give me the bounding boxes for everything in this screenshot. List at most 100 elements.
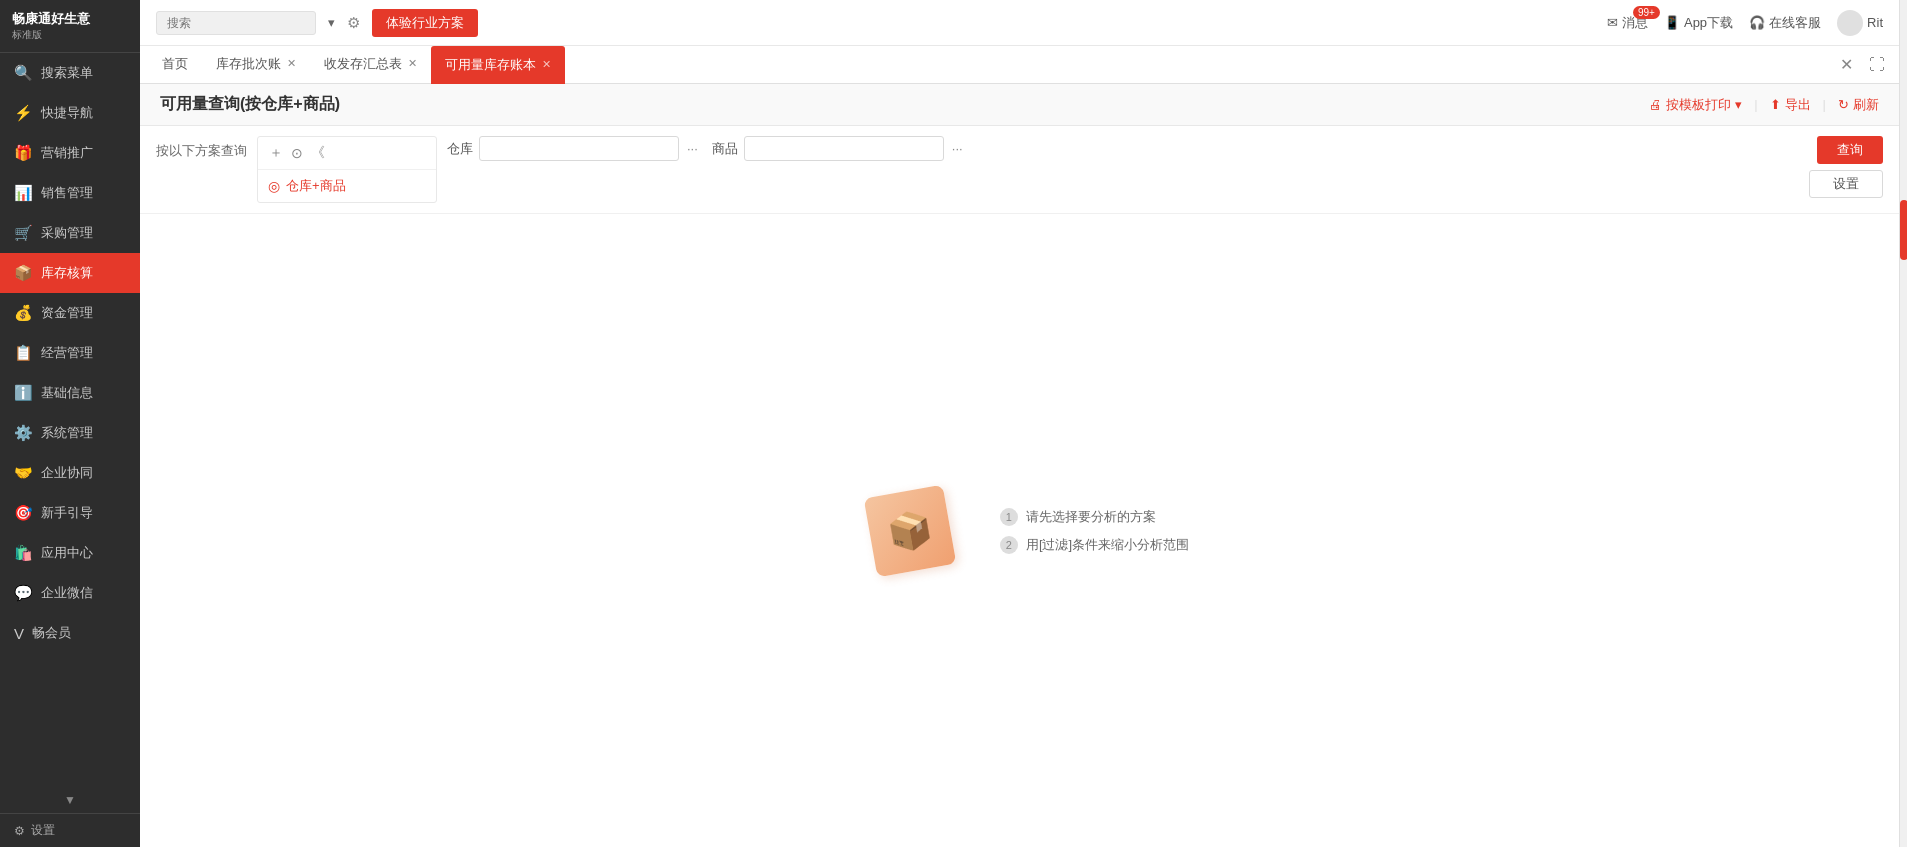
- main-content: ▾ ⚙ 体验行业方案 ✉ 消息 99+ 📱 App下载 🎧 在线客服 Rit: [140, 0, 1899, 847]
- topbar-gear-icon[interactable]: ⚙: [347, 14, 360, 32]
- sidebar-item-企业协同[interactable]: 🤝 企业协同: [0, 453, 140, 493]
- tab-home[interactable]: 首页: [148, 46, 202, 84]
- tab-close-button[interactable]: ✕: [1834, 53, 1859, 76]
- print-button[interactable]: 🖨 按模板打印 ▾: [1649, 96, 1742, 114]
- tab-available-qty-close[interactable]: ✕: [542, 58, 551, 71]
- sidebar-bottom[interactable]: ⚙ 设置: [0, 813, 140, 847]
- sidebar-item-基础信息[interactable]: ℹ️ 基础信息: [0, 373, 140, 413]
- sidebar-item-搜索菜单[interactable]: 🔍 搜索菜单: [0, 53, 140, 93]
- filter-fields: 仓库 ··· 商品 ···: [447, 136, 1799, 161]
- sidebar-item-系统管理[interactable]: ⚙️ 系统管理: [0, 413, 140, 453]
- refresh-button[interactable]: ↻ 刷新: [1838, 96, 1879, 114]
- settings-icon: ⚙: [14, 824, 25, 838]
- message-icon: ✉: [1607, 15, 1618, 30]
- sidebar-item-资金管理[interactable]: 💰 资金管理: [0, 293, 140, 333]
- empty-illustration: [850, 471, 970, 591]
- scheme-icon: ◎: [268, 178, 280, 194]
- sidebar-item-采购管理[interactable]: 🛒 采购管理: [0, 213, 140, 253]
- sidebar-icon-0: 🔍: [14, 64, 33, 82]
- scheme-item-warehouse-goods[interactable]: ◎ 仓库+商品: [258, 170, 436, 202]
- separator2: |: [1823, 97, 1826, 112]
- topbar-dropdown[interactable]: ▾: [328, 15, 335, 30]
- tabs-bar: 首页 库存批次账 ✕ 收发存汇总表 ✕ 可用量库存账本 ✕ ✕ ⛶: [140, 46, 1899, 84]
- sidebar-item-label-10: 企业协同: [41, 464, 93, 482]
- tab-available-qty[interactable]: 可用量库存账本 ✕: [431, 46, 565, 84]
- trial-button[interactable]: 体验行业方案: [372, 9, 478, 37]
- sidebar-icon-12: 🛍️: [14, 544, 33, 562]
- tab-stock-summary-close[interactable]: ✕: [408, 57, 417, 70]
- topbar: ▾ ⚙ 体验行业方案 ✉ 消息 99+ 📱 App下载 🎧 在线客服 Rit: [140, 0, 1899, 46]
- filter-scheme-panel: ＋ ⊙ 《 ◎ 仓库+商品: [257, 136, 437, 203]
- page-title: 可用量查询(按仓库+商品): [160, 94, 340, 115]
- sidebar-icon-7: 📋: [14, 344, 33, 362]
- collapse-scheme-button[interactable]: 《: [310, 143, 326, 163]
- sidebar-icon-2: 🎁: [14, 144, 33, 162]
- tab-inventory-batch[interactable]: 库存批次账 ✕: [202, 46, 310, 84]
- print-icon: 🖨: [1649, 97, 1662, 112]
- right-scrollbar[interactable]: [1899, 0, 1907, 847]
- tabs-actions: ✕ ⛶: [1834, 53, 1891, 76]
- query-button[interactable]: 查询: [1817, 136, 1883, 164]
- sidebar-item-label-4: 采购管理: [41, 224, 93, 242]
- scrollbar-thumb[interactable]: [1900, 200, 1907, 260]
- refresh-icon: ↻: [1838, 97, 1849, 112]
- edit-scheme-button[interactable]: ⊙: [290, 144, 304, 162]
- sidebar-item-label-2: 营销推广: [41, 144, 93, 162]
- tab-inventory-batch-close[interactable]: ✕: [287, 57, 296, 70]
- sidebar-bottom-label: 设置: [31, 822, 55, 839]
- sidebar-item-畅会员[interactable]: V 畅会员: [0, 613, 140, 653]
- warehouse-filter-field: 仓库 ···: [447, 136, 700, 161]
- sidebar: 畅康通好生意 标准版 🔍 搜索菜单 ⚡ 快捷导航 🎁 营销推广 📊 销售管理 🛒…: [0, 0, 140, 847]
- sidebar-icon-5: 📦: [14, 264, 33, 282]
- export-label: 导出: [1785, 96, 1811, 114]
- tab-inventory-batch-label: 库存批次账: [216, 55, 281, 73]
- filter-label: 按以下方案查询: [156, 136, 247, 160]
- online-service-label: 在线客服: [1769, 14, 1821, 32]
- user-area[interactable]: Rit: [1837, 10, 1883, 36]
- sidebar-icon-10: 🤝: [14, 464, 33, 482]
- sidebar-item-label-6: 资金管理: [41, 304, 93, 322]
- sidebar-item-label-3: 销售管理: [41, 184, 93, 202]
- tab-stock-summary[interactable]: 收发存汇总表 ✕: [310, 46, 431, 84]
- app-download-button[interactable]: 📱 App下载: [1664, 14, 1733, 32]
- tab-fullscreen-button[interactable]: ⛶: [1863, 54, 1891, 76]
- print-dropdown-icon[interactable]: ▾: [1735, 97, 1742, 112]
- user-name: Rit: [1867, 15, 1883, 30]
- tab-stock-summary-label: 收发存汇总表: [324, 55, 402, 73]
- sidebar-scroll: 🔍 搜索菜单 ⚡ 快捷导航 🎁 营销推广 📊 销售管理 🛒 采购管理 📦 库存核…: [0, 53, 140, 787]
- app-version: 标准版: [12, 28, 128, 42]
- sidebar-item-企业微信[interactable]: 💬 企业微信: [0, 573, 140, 613]
- sidebar-item-新手引导[interactable]: 🎯 新手引导: [0, 493, 140, 533]
- print-label: 按模板打印: [1666, 96, 1731, 114]
- sidebar-item-应用中心[interactable]: 🛍️ 应用中心: [0, 533, 140, 573]
- sidebar-item-快捷导航[interactable]: ⚡ 快捷导航: [0, 93, 140, 133]
- message-button[interactable]: ✉ 消息 99+: [1607, 14, 1648, 32]
- search-input[interactable]: [156, 11, 316, 35]
- export-button[interactable]: ⬆ 导出: [1770, 96, 1811, 114]
- empty-box-shape: [864, 484, 957, 577]
- goods-filter-field: 商品 ···: [712, 136, 965, 161]
- app-name: 畅康通好生意: [12, 10, 128, 28]
- hint-num-2: 2: [1000, 536, 1018, 554]
- sidebar-item-库存核算[interactable]: 📦 库存核算: [0, 253, 140, 293]
- sidebar-item-经营管理[interactable]: 📋 经营管理: [0, 333, 140, 373]
- warehouse-input[interactable]: [479, 136, 679, 161]
- app-download-label: App下载: [1684, 14, 1733, 32]
- sidebar-icon-6: 💰: [14, 304, 33, 322]
- settings-button[interactable]: 设置: [1809, 170, 1883, 198]
- sidebar-item-销售管理[interactable]: 📊 销售管理: [0, 173, 140, 213]
- add-scheme-button[interactable]: ＋: [268, 143, 284, 163]
- tab-available-qty-label: 可用量库存账本: [445, 56, 536, 74]
- goods-more-button[interactable]: ···: [950, 139, 965, 158]
- topbar-right: ✉ 消息 99+ 📱 App下载 🎧 在线客服 Rit: [1607, 10, 1883, 36]
- online-service-button[interactable]: 🎧 在线客服: [1749, 14, 1821, 32]
- goods-input[interactable]: [744, 136, 944, 161]
- sidebar-item-label-7: 经营管理: [41, 344, 93, 362]
- sidebar-icon-9: ⚙️: [14, 424, 33, 442]
- sidebar-item-营销推广[interactable]: 🎁 营销推广: [0, 133, 140, 173]
- empty-state: 1 请先选择要分析的方案 2 用[过滤]条件来缩小分析范围: [850, 471, 1189, 591]
- sidebar-scroll-down[interactable]: ▼: [0, 787, 140, 813]
- tab-home-label: 首页: [162, 55, 188, 73]
- sidebar-item-label-5: 库存核算: [41, 264, 93, 282]
- warehouse-more-button[interactable]: ···: [685, 139, 700, 158]
